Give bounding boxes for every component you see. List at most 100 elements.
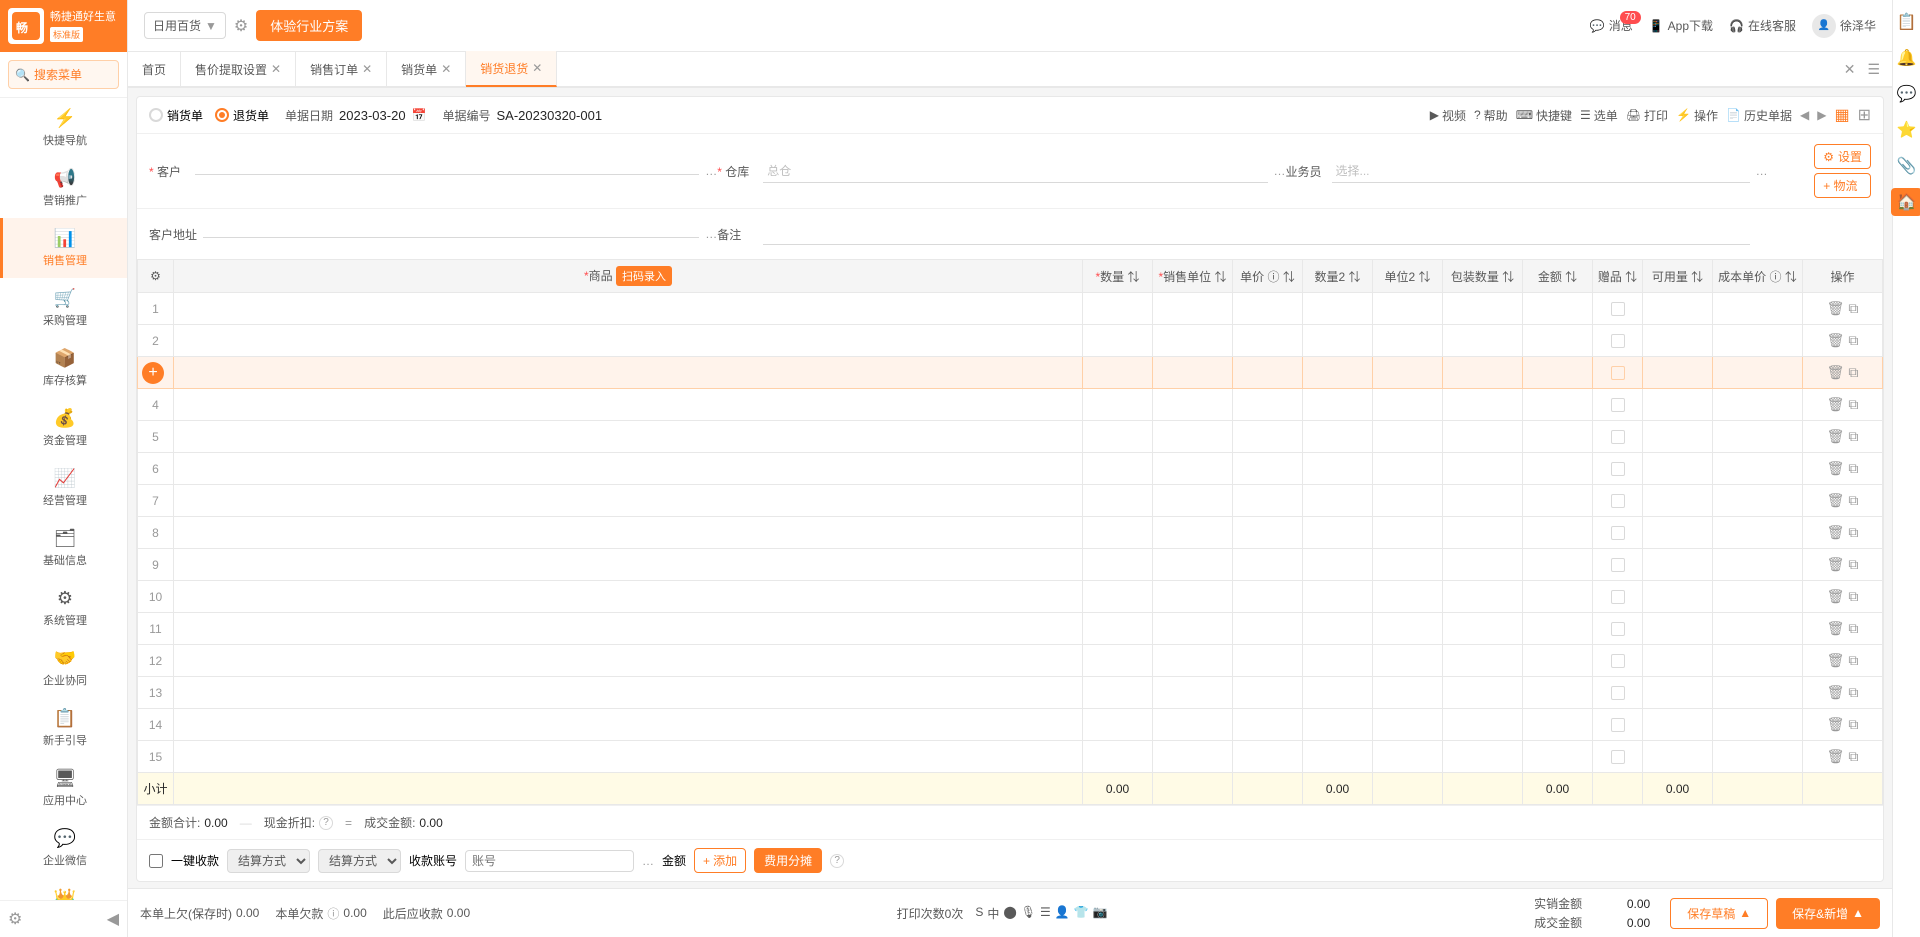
- amount-cell[interactable]: [1523, 325, 1593, 357]
- delete-row-icon[interactable]: 🗑: [1827, 652, 1845, 669]
- quantity-cell[interactable]: [1083, 325, 1153, 357]
- gift-checkbox[interactable]: [1611, 302, 1625, 316]
- right-panel-active-icon[interactable]: 🏠: [1891, 188, 1920, 216]
- delete-row-icon[interactable]: 🗑: [1827, 428, 1845, 445]
- delete-row-icon[interactable]: 🗑: [1827, 332, 1845, 349]
- pkg-qty-cell-active[interactable]: [1443, 357, 1523, 389]
- account-input[interactable]: [465, 850, 634, 872]
- tool-icon-8[interactable]: 📷: [1093, 905, 1108, 922]
- delete-row-icon[interactable]: 🗑: [1827, 396, 1845, 413]
- cost-unit-price-cell[interactable]: [1713, 325, 1803, 357]
- sidebar-item-sales[interactable]: 📊 销售管理: [0, 218, 127, 278]
- history-btn[interactable]: 📄 历史单据: [1726, 107, 1792, 124]
- remark-input[interactable]: [763, 223, 1750, 245]
- tab-sales-order[interactable]: 销售订单 ✕: [296, 51, 387, 87]
- add-row-button[interactable]: +: [142, 362, 164, 384]
- unit2-cell[interactable]: [1373, 293, 1443, 325]
- tool-icon-1[interactable]: S: [975, 905, 983, 922]
- tab-price-setting-close[interactable]: ✕: [271, 62, 281, 76]
- staff-input[interactable]: 选择...: [1332, 159, 1750, 183]
- copy-row-icon[interactable]: ⧉: [1848, 428, 1858, 445]
- tool-icon-2[interactable]: 中: [987, 905, 999, 922]
- sidebar-item-shortcut[interactable]: ⚡ 快捷导航: [0, 98, 127, 158]
- cost-unit-price-cell-active[interactable]: [1713, 357, 1803, 389]
- table-settings-icon[interactable]: ⚙: [150, 269, 161, 283]
- sales-unit-cell[interactable]: [1153, 325, 1233, 357]
- sort-icon[interactable]: ⇅: [1215, 270, 1227, 284]
- th-settings[interactable]: ⚙: [138, 260, 174, 293]
- save-draft-button[interactable]: 保存草稿 ▲: [1670, 898, 1768, 929]
- sales-unit-cell-active[interactable]: [1153, 357, 1233, 389]
- tab-home[interactable]: 首页: [128, 51, 181, 87]
- online-service-link[interactable]: 🎧 在线客服: [1729, 17, 1796, 34]
- copy-row-icon[interactable]: ⧉: [1848, 396, 1858, 413]
- warehouse-input[interactable]: 总仓: [763, 159, 1267, 183]
- delete-row-icon[interactable]: 🗑: [1827, 460, 1845, 477]
- unit-price-cell[interactable]: [1233, 293, 1303, 325]
- print-btn[interactable]: 🖨 打印: [1626, 107, 1668, 124]
- pkg-qty-cell[interactable]: [1443, 325, 1523, 357]
- shortcut-btn[interactable]: ⌨ 快捷键: [1516, 107, 1572, 124]
- calendar-icon[interactable]: 📅: [412, 108, 427, 122]
- product-cell-active[interactable]: [174, 357, 1083, 389]
- gift-checkbox[interactable]: [1611, 334, 1625, 348]
- address-dots-btn[interactable]: …: [705, 227, 717, 241]
- sidebar-item-appstore[interactable]: 🖥 应用中心: [0, 758, 127, 818]
- nav-next-icon[interactable]: ▶: [1817, 108, 1826, 122]
- tab-price-setting[interactable]: 售价提取设置 ✕: [181, 51, 296, 87]
- sidebar-item-basic[interactable]: 🗂 基础信息: [0, 518, 127, 578]
- settings-btn[interactable]: ⚙ 设置: [1814, 144, 1871, 169]
- sort-icon[interactable]: ⇅: [1419, 270, 1431, 284]
- trial-button[interactable]: 体验行业方案: [256, 10, 362, 41]
- sidebar-item-marketing[interactable]: 📢 营销推广: [0, 158, 127, 218]
- copy-row-icon[interactable]: ⧉: [1848, 620, 1858, 637]
- right-panel-chat-icon[interactable]: 💬: [1893, 80, 1920, 108]
- sort-icon[interactable]: ⇅: [1785, 270, 1797, 284]
- radio-return[interactable]: 退货单: [215, 107, 269, 124]
- customer-dots-btn[interactable]: …: [705, 164, 717, 178]
- calc-select[interactable]: 结算方式: [318, 849, 401, 873]
- available-cell[interactable]: [1643, 325, 1713, 357]
- copy-row-icon[interactable]: ⧉: [1848, 492, 1858, 509]
- copy-row-icon[interactable]: ⧉: [1848, 716, 1858, 733]
- one-click-checkbox[interactable]: [149, 854, 163, 868]
- gift-cell[interactable]: [1593, 293, 1643, 325]
- help-btn[interactable]: ? 帮助: [1474, 107, 1508, 124]
- tab-sales-return[interactable]: 销货退货 ✕: [466, 51, 557, 87]
- tab-sales-delivery-close[interactable]: ✕: [441, 62, 451, 76]
- right-panel-doc-icon[interactable]: 📋: [1893, 8, 1920, 36]
- qty2-cell-active[interactable]: [1303, 357, 1373, 389]
- tab-sales-order-close[interactable]: ✕: [362, 62, 372, 76]
- copy-row-icon[interactable]: ⧉: [1848, 460, 1858, 477]
- tool-icon-3[interactable]: ⬤: [1003, 905, 1016, 922]
- copy-row-icon[interactable]: ⧉: [1848, 588, 1858, 605]
- view-grid-icon[interactable]: ⊞: [1858, 105, 1871, 125]
- delete-row-icon[interactable]: 🗑: [1827, 364, 1845, 381]
- unit-price-cell[interactable]: [1233, 325, 1303, 357]
- sidebar-item-enterprise[interactable]: 🤝 企业协同: [0, 638, 127, 698]
- video-btn[interactable]: ▶ 视频: [1430, 107, 1466, 124]
- expense-split-button[interactable]: 费用分摊: [754, 848, 822, 873]
- tool-icon-4[interactable]: 🎙: [1021, 905, 1036, 922]
- cost-unit-price-cell[interactable]: [1713, 293, 1803, 325]
- tab-sales-return-close[interactable]: ✕: [532, 61, 542, 75]
- sidebar-item-system[interactable]: ⚙ 系统管理: [0, 578, 127, 638]
- quantity-cell[interactable]: [1083, 293, 1153, 325]
- pkg-qty-cell[interactable]: [1443, 293, 1523, 325]
- amount-cell-active[interactable]: [1523, 357, 1593, 389]
- quantity-cell-active[interactable]: [1083, 357, 1153, 389]
- sidebar-settings-icon[interactable]: ⚙: [8, 909, 22, 929]
- view-list-icon[interactable]: ▦: [1834, 105, 1849, 125]
- tab-sales-delivery[interactable]: 销货单 ✕: [387, 51, 466, 87]
- radio-delivery[interactable]: 销货单: [149, 107, 203, 124]
- tool-icon-5[interactable]: ☰: [1040, 905, 1051, 922]
- scan-input-button[interactable]: 扫码录入: [616, 266, 672, 286]
- logistics-btn[interactable]: + 物流: [1814, 173, 1871, 198]
- available-cell[interactable]: [1643, 293, 1713, 325]
- staff-dots-btn[interactable]: …: [1756, 164, 1768, 178]
- customer-input[interactable]: [195, 168, 699, 175]
- delete-row-icon[interactable]: 🗑: [1827, 684, 1845, 701]
- copy-row-icon[interactable]: ⧉: [1848, 684, 1858, 701]
- sidebar-item-purchase[interactable]: 🛒 采购管理: [0, 278, 127, 338]
- sort-icon[interactable]: ⇅: [1691, 270, 1703, 284]
